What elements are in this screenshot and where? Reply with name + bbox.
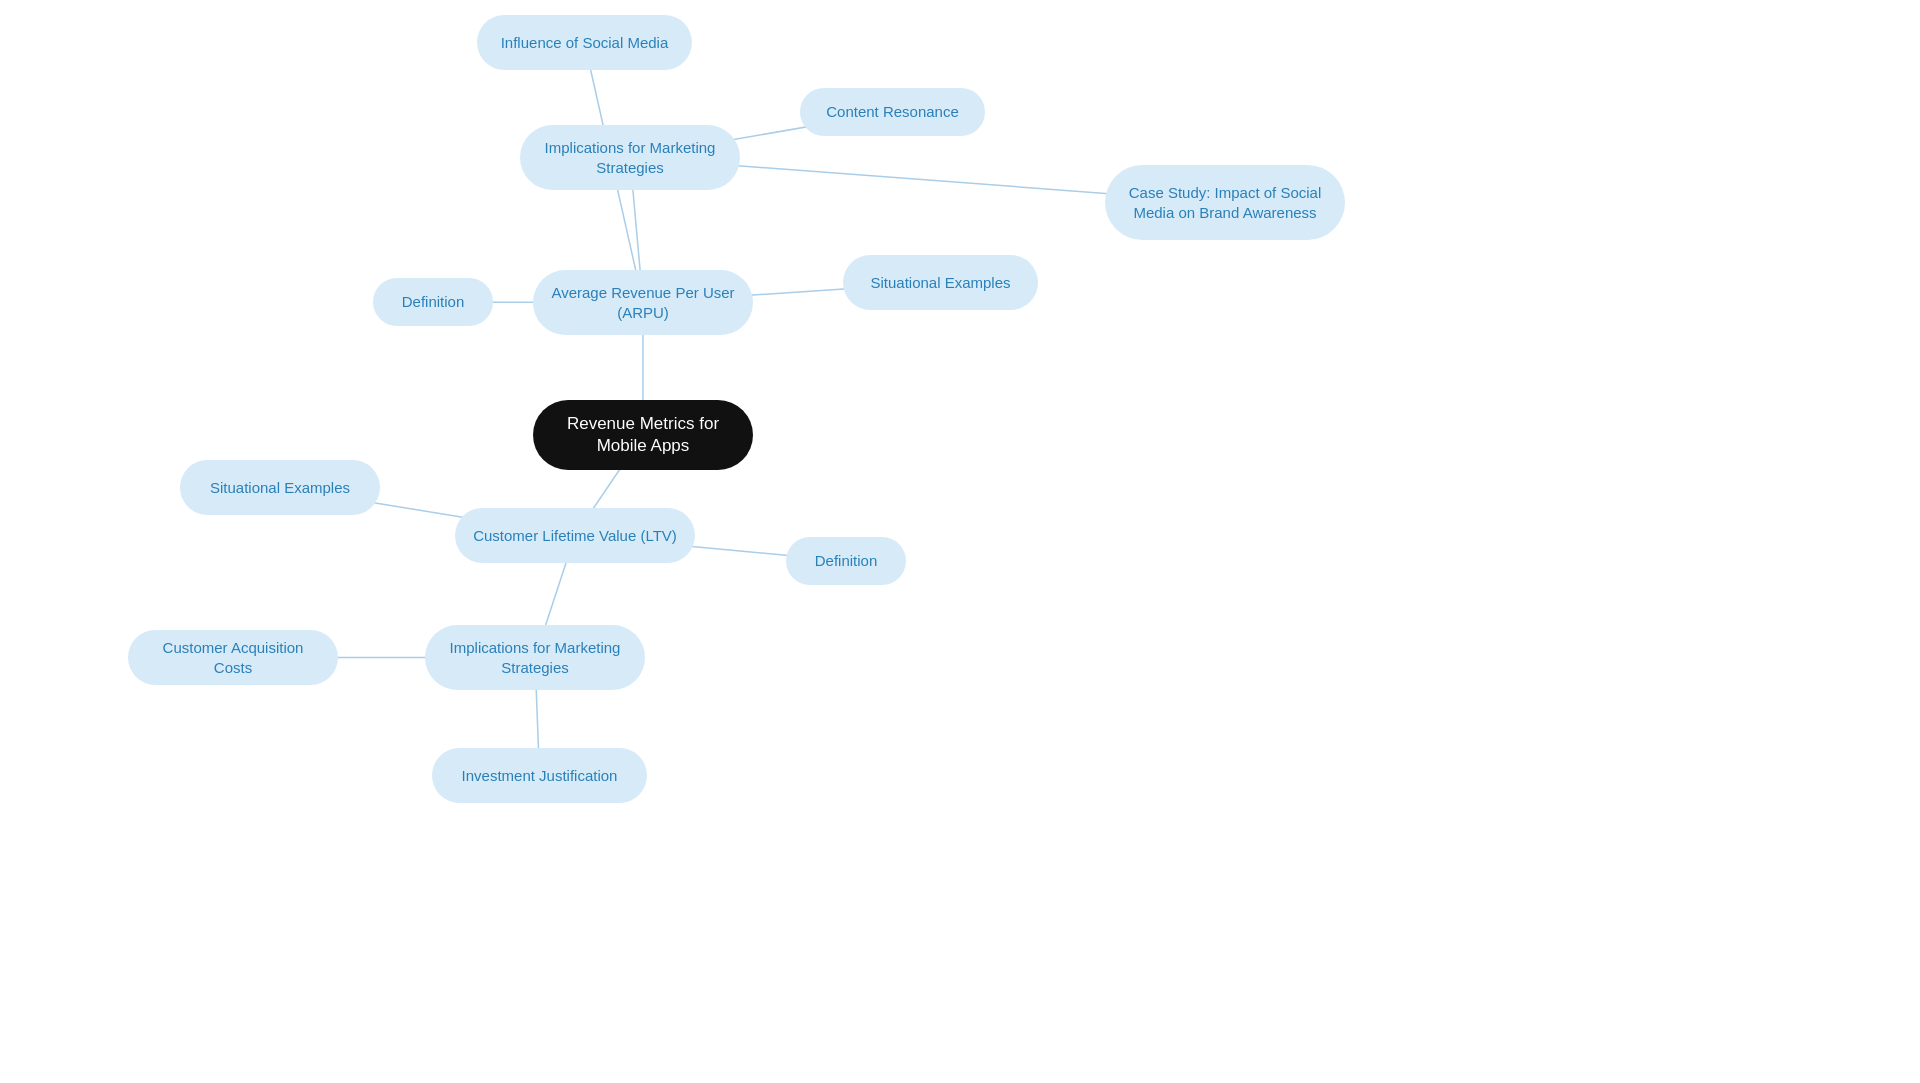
situational-bottom-node[interactable]: Situational Examples: [180, 460, 380, 515]
mind-map: Revenue Metrics for Mobile Apps Average …: [0, 0, 1920, 1083]
case-study-label: Case Study: Impact of Social Media on Br…: [1119, 183, 1331, 222]
definition-top-node[interactable]: Definition: [373, 278, 493, 326]
content-resonance-node[interactable]: Content Resonance: [800, 88, 985, 136]
arpu-node[interactable]: Average Revenue Per User (ARPU): [533, 270, 753, 335]
definition-bottom-label: Definition: [815, 551, 878, 571]
cac-node[interactable]: Customer Acquisition Costs: [128, 630, 338, 685]
ltv-label: Customer Lifetime Value (LTV): [473, 526, 677, 546]
implications-bottom-node[interactable]: Implications for Marketing Strategies: [425, 625, 645, 690]
ltv-node[interactable]: Customer Lifetime Value (LTV): [455, 508, 695, 563]
definition-bottom-node[interactable]: Definition: [786, 537, 906, 585]
cac-label: Customer Acquisition Costs: [142, 638, 324, 677]
situational-top-node[interactable]: Situational Examples: [843, 255, 1038, 310]
implications-bottom-label: Implications for Marketing Strategies: [439, 638, 631, 677]
case-study-node[interactable]: Case Study: Impact of Social Media on Br…: [1105, 165, 1345, 240]
implications-top-node[interactable]: Implications for Marketing Strategies: [520, 125, 740, 190]
definition-top-label: Definition: [402, 292, 465, 312]
connections-svg: [0, 0, 1920, 1083]
content-resonance-label: Content Resonance: [826, 102, 959, 122]
investment-label: Investment Justification: [462, 766, 618, 786]
situational-bottom-label: Situational Examples: [210, 478, 350, 498]
situational-top-label: Situational Examples: [870, 273, 1010, 293]
implications-top-label: Implications for Marketing Strategies: [534, 138, 726, 177]
center-node-label: Revenue Metrics for Mobile Apps: [547, 413, 739, 457]
investment-node[interactable]: Investment Justification: [432, 748, 647, 803]
influence-node[interactable]: Influence of Social Media: [477, 15, 692, 70]
arpu-node-label: Average Revenue Per User (ARPU): [547, 283, 739, 322]
center-node[interactable]: Revenue Metrics for Mobile Apps: [533, 400, 753, 470]
influence-node-label: Influence of Social Media: [501, 33, 669, 53]
